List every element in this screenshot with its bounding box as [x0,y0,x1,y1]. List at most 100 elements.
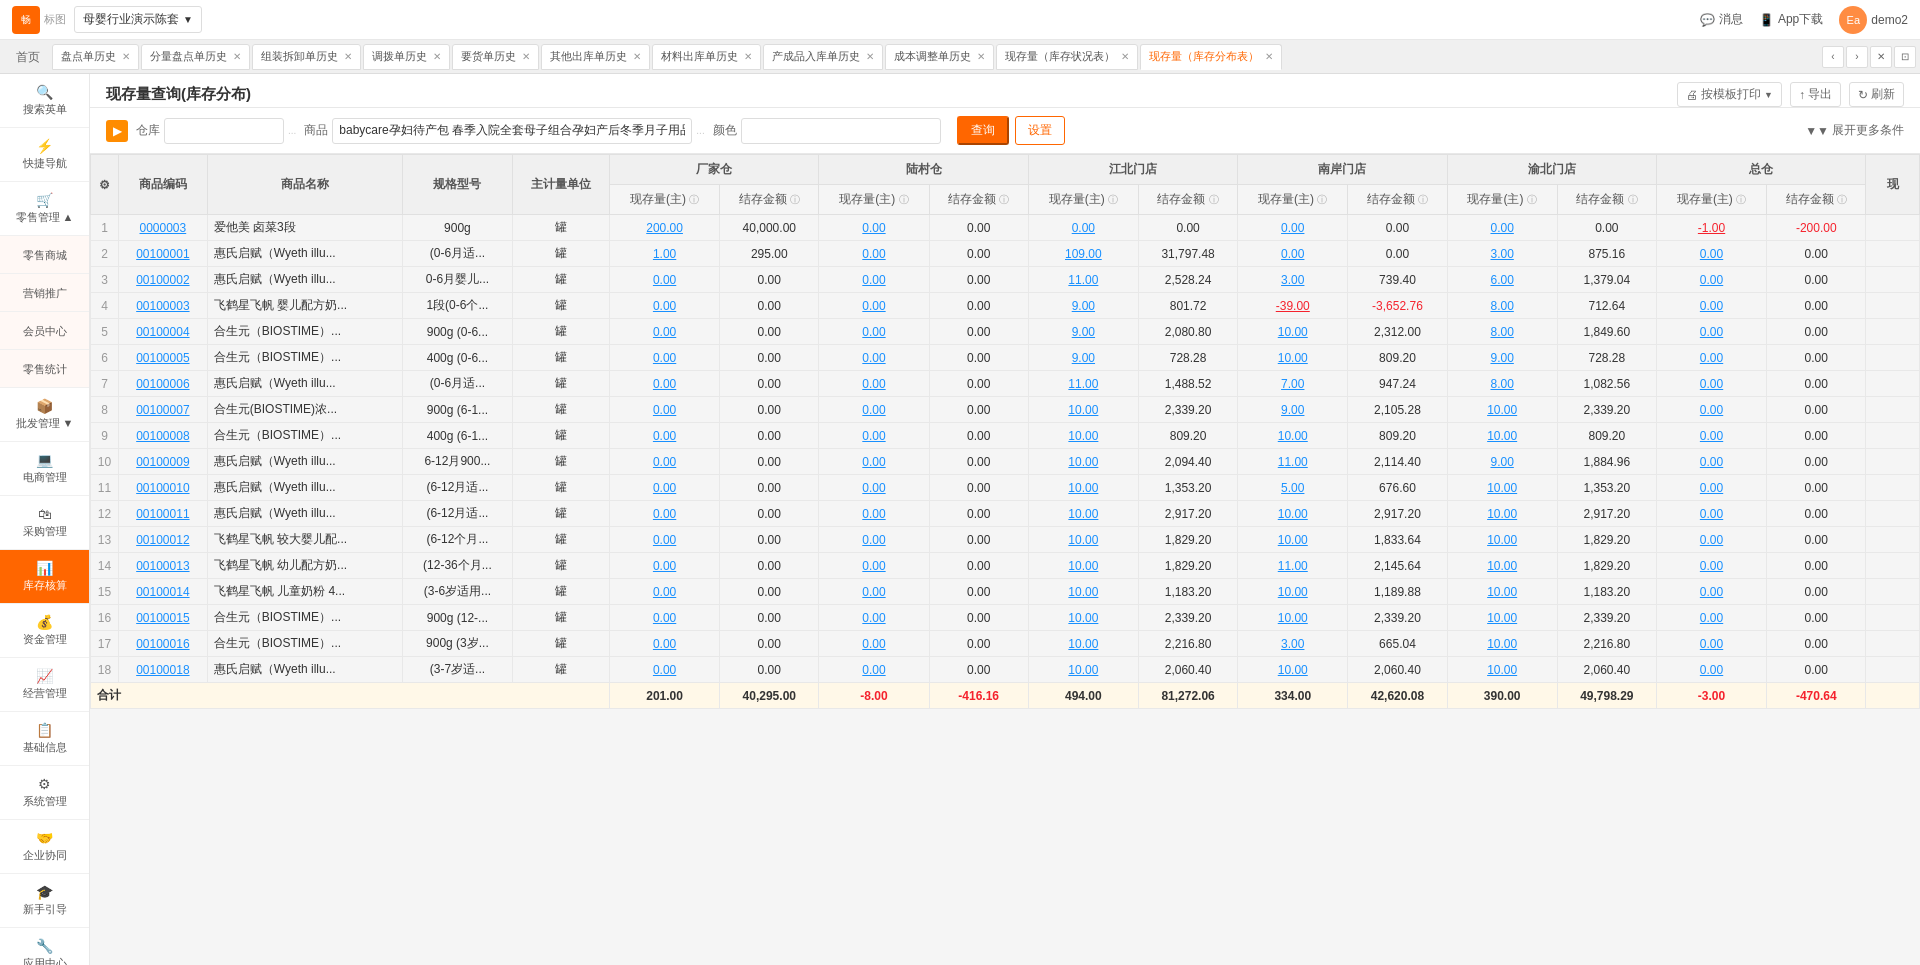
row-z-qty[interactable]: 0.00 [1657,553,1767,579]
row-l-qty[interactable]: 0.00 [819,371,929,397]
color-input[interactable] [741,118,941,144]
message-btn[interactable]: 💬 消息 [1700,11,1743,28]
row-z-qty[interactable]: 0.00 [1657,293,1767,319]
row-na-qty[interactable]: 0.00 [1238,241,1348,267]
info-icon[interactable]: ⓘ [899,194,909,205]
row-l-qty[interactable]: 0.00 [819,397,929,423]
sidebar-item-----[interactable]: ⚡快捷导航 [0,128,89,182]
row-z-qty[interactable]: 0.00 [1657,631,1767,657]
row-yb-qty[interactable]: 8.00 [1447,371,1557,397]
row-z-qty[interactable]: 0.00 [1657,371,1767,397]
row-jb-qty[interactable]: 10.00 [1028,423,1138,449]
tab-close-icon[interactable]: ✕ [1121,51,1129,62]
row-f-qty[interactable]: 0.00 [610,345,720,371]
row-f-qty[interactable]: 0.00 [610,423,720,449]
row-code[interactable]: 00100015 [119,605,208,631]
row-na-qty[interactable]: 5.00 [1238,475,1348,501]
info-icon[interactable]: ⓘ [1736,194,1746,205]
row-f-qty[interactable]: 200.00 [610,215,720,241]
row-f-qty[interactable]: 1.00 [610,241,720,267]
row-jb-qty[interactable]: 10.00 [1028,631,1138,657]
export-btn[interactable]: ↑ 导出 [1790,82,1841,107]
expand-more-btn[interactable]: ▼▼ 展开更多条件 [1805,122,1904,139]
row-f-qty[interactable]: 0.00 [610,267,720,293]
row-jb-qty[interactable]: 11.00 [1028,267,1138,293]
sidebar-item-----[interactable]: 零售统计 [0,350,89,388]
query-btn[interactable]: 查询 [957,116,1009,145]
row-code[interactable]: 00100003 [119,293,208,319]
row-na-qty[interactable]: -39.00 [1238,293,1348,319]
row-l-qty[interactable]: 0.00 [819,293,929,319]
tab-item-0[interactable]: 盘点单历史✕ [52,44,139,70]
tab-item-10[interactable]: 现存量（库存分布表）✕ [1140,44,1282,70]
row-na-qty[interactable]: 11.00 [1238,449,1348,475]
row-code[interactable]: 00100008 [119,423,208,449]
row-jb-qty[interactable]: 9.00 [1028,293,1138,319]
row-f-qty[interactable]: 0.00 [610,657,720,683]
row-jb-qty[interactable]: 10.00 [1028,657,1138,683]
tab-close-icon[interactable]: ✕ [866,51,874,62]
tab-close-icon[interactable]: ✕ [233,51,241,62]
row-z-qty[interactable]: 0.00 [1657,345,1767,371]
row-jb-qty[interactable]: 11.00 [1028,371,1138,397]
row-z-qty[interactable]: 0.00 [1657,241,1767,267]
row-z-qty[interactable]: 0.00 [1657,397,1767,423]
tab-item-1[interactable]: 分量盘点单历史✕ [141,44,250,70]
info-icon[interactable]: ⓘ [1527,194,1537,205]
row-z-qty[interactable]: -1.00 [1657,215,1767,241]
row-jb-qty[interactable]: 10.00 [1028,449,1138,475]
row-l-qty[interactable]: 0.00 [819,527,929,553]
row-code[interactable]: 00100004 [119,319,208,345]
row-z-qty[interactable]: 0.00 [1657,657,1767,683]
row-na-qty[interactable]: 10.00 [1238,605,1348,631]
row-na-qty[interactable]: 0.00 [1238,215,1348,241]
row-l-qty[interactable]: 0.00 [819,267,929,293]
row-l-qty[interactable]: 0.00 [819,319,929,345]
tab-close-icon[interactable]: ✕ [122,51,130,62]
row-code[interactable]: 00100009 [119,449,208,475]
row-code[interactable]: 00100007 [119,397,208,423]
row-yb-qty[interactable]: 8.00 [1447,319,1557,345]
sidebar-item-----[interactable]: 💻电商管理 [0,442,89,496]
row-code[interactable]: 00100006 [119,371,208,397]
row-f-qty[interactable]: 0.00 [610,397,720,423]
row-f-qty[interactable]: 0.00 [610,579,720,605]
refresh-btn[interactable]: ↻ 刷新 [1849,82,1904,107]
row-yb-qty[interactable]: 8.00 [1447,293,1557,319]
tab-close-icon[interactable]: ✕ [344,51,352,62]
warehouse-input[interactable] [164,118,284,144]
info-icon[interactable]: ⓘ [1418,194,1428,205]
row-na-qty[interactable]: 9.00 [1238,397,1348,423]
tab-item-9[interactable]: 现存量（库存状况表）✕ [996,44,1138,70]
tab-prev-btn[interactable]: ‹ [1822,46,1844,68]
row-z-qty[interactable]: 0.00 [1657,501,1767,527]
tab-close-icon[interactable]: ✕ [744,51,752,62]
row-jb-qty[interactable]: 10.00 [1028,579,1138,605]
tab-close-icon[interactable]: ✕ [433,51,441,62]
row-na-qty[interactable]: 10.00 [1238,527,1348,553]
row-l-qty[interactable]: 0.00 [819,345,929,371]
row-l-qty[interactable]: 0.00 [819,423,929,449]
row-yb-qty[interactable]: 10.00 [1447,501,1557,527]
info-icon[interactable]: ⓘ [1317,194,1327,205]
tab-expand-btn[interactable]: ⊡ [1894,46,1916,68]
tab-item-5[interactable]: 其他出库单历史✕ [541,44,650,70]
goods-dots[interactable]: ... [696,125,704,136]
row-na-qty[interactable]: 10.00 [1238,501,1348,527]
row-yb-qty[interactable]: 10.00 [1447,527,1557,553]
row-z-qty[interactable]: 0.00 [1657,579,1767,605]
tab-item-8[interactable]: 成本调整单历史✕ [885,44,994,70]
row-na-qty[interactable]: 10.00 [1238,345,1348,371]
row-yb-qty[interactable]: 10.00 [1447,423,1557,449]
row-yb-qty[interactable]: 10.00 [1447,475,1557,501]
row-z-qty[interactable]: 0.00 [1657,423,1767,449]
row-na-qty[interactable]: 10.00 [1238,319,1348,345]
row-yb-qty[interactable]: 10.00 [1447,631,1557,657]
row-l-qty[interactable]: 0.00 [819,241,929,267]
row-jb-qty[interactable]: 10.00 [1028,397,1138,423]
row-f-qty[interactable]: 0.00 [610,293,720,319]
tab-item-2[interactable]: 组装拆卸单历史✕ [252,44,361,70]
info-icon[interactable]: ⓘ [1108,194,1118,205]
row-code[interactable]: 00100012 [119,527,208,553]
tab-home[interactable]: 首页 [4,44,52,70]
